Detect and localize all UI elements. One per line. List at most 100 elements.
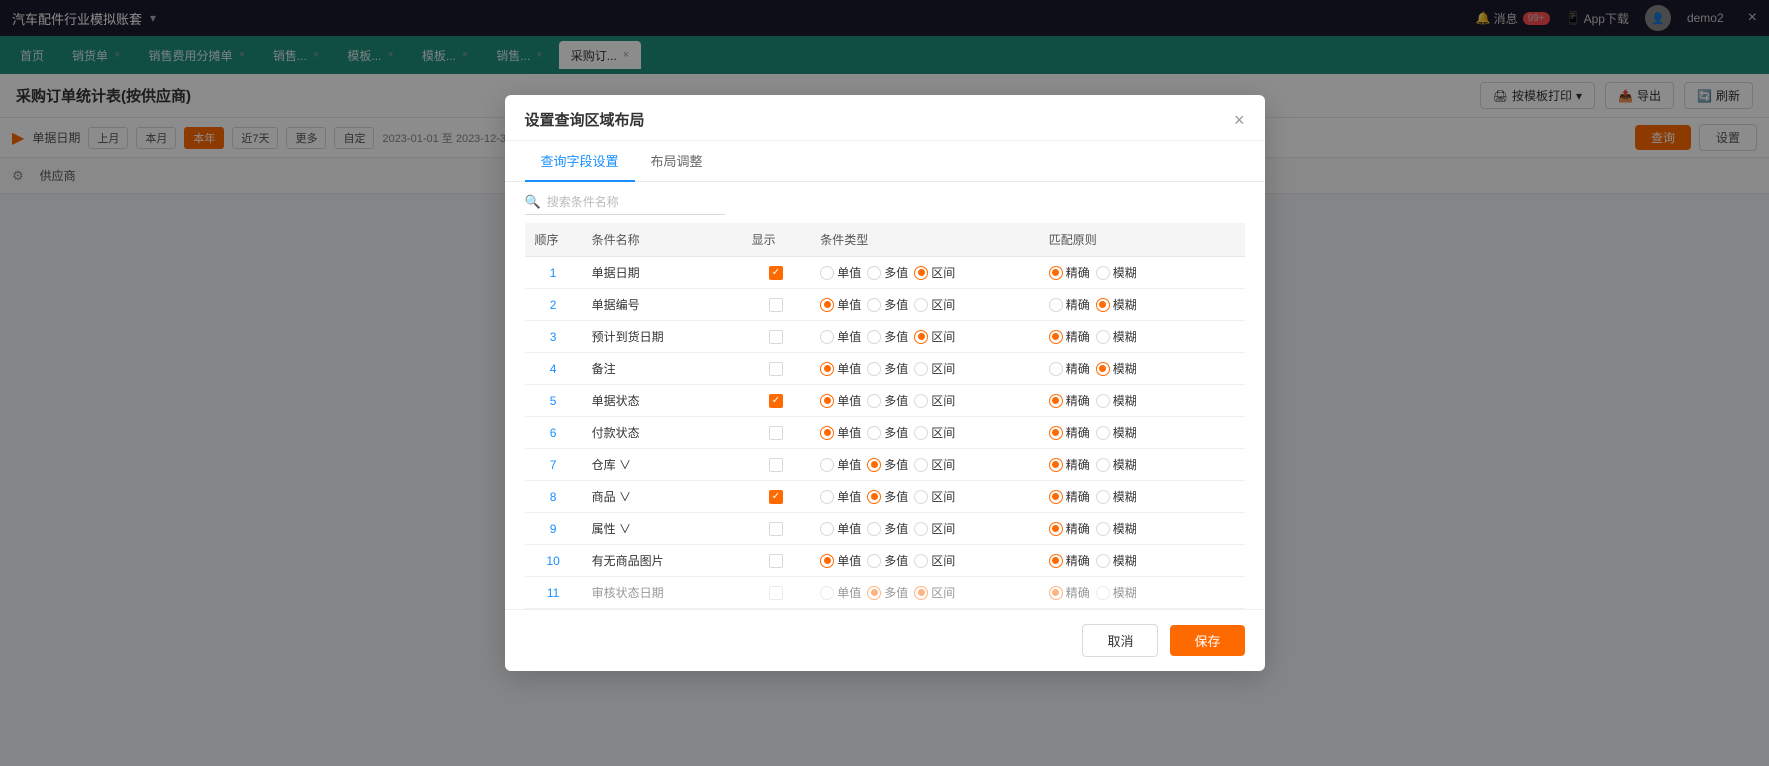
radio-label: 区间: [931, 552, 955, 569]
match-radio-match_exact[interactable]: 精确: [1049, 360, 1090, 377]
type-radio-type_range[interactable]: 区间: [914, 360, 955, 377]
radio-dot: [1096, 522, 1110, 536]
match-radio-match_fuzzy[interactable]: 模糊: [1096, 328, 1137, 345]
type-radio-type_single[interactable]: 单值: [820, 392, 861, 409]
tab-query-label: 查询字段设置: [541, 154, 619, 169]
radio-label: 精确: [1066, 328, 1090, 345]
type-radio-type_multi[interactable]: 多值: [867, 296, 908, 313]
type-radio-type_single[interactable]: 单值: [820, 424, 861, 441]
match-radio-match_exact[interactable]: 精确: [1049, 552, 1090, 569]
radio-dot: [914, 554, 928, 568]
display-checkbox[interactable]: [769, 266, 783, 280]
match-radio-match_fuzzy[interactable]: 模糊: [1096, 456, 1137, 473]
type-radio-type_range[interactable]: 区间: [914, 328, 955, 345]
table-row: 10有无商品图片单值多值区间精确模糊: [525, 545, 1245, 577]
type-radio-type_multi[interactable]: 多值: [867, 392, 908, 409]
type-radio-type_range[interactable]: 区间: [914, 296, 955, 313]
display-checkbox[interactable]: [769, 554, 783, 568]
type-radio-type_range[interactable]: 区间: [914, 392, 955, 409]
type-radio-type_single[interactable]: 单值: [820, 264, 861, 281]
match-radio-match_fuzzy[interactable]: 模糊: [1096, 488, 1137, 505]
type-radio-type_range[interactable]: 区间: [914, 520, 955, 537]
row-name: 单据编号: [592, 298, 640, 312]
match-radio-match_exact[interactable]: 精确: [1049, 392, 1090, 409]
type-radio-type_single[interactable]: 单值: [820, 456, 861, 473]
display-checkbox[interactable]: [769, 522, 783, 536]
save-btn[interactable]: 保存: [1170, 625, 1244, 656]
match-radio-match_fuzzy[interactable]: 模糊: [1096, 296, 1137, 313]
type-radio-type_range[interactable]: 区间: [914, 584, 955, 601]
radio-dot: [820, 362, 834, 376]
modal-close-btn[interactable]: ×: [1234, 111, 1245, 129]
match-radio-match_exact[interactable]: 精确: [1049, 424, 1090, 441]
radio-dot: [914, 266, 928, 280]
display-checkbox[interactable]: [769, 362, 783, 376]
type-radio-type_multi[interactable]: 多值: [867, 264, 908, 281]
match-radio-match_exact[interactable]: 精确: [1049, 456, 1090, 473]
type-radio-type_multi[interactable]: 多值: [867, 424, 908, 441]
radio-label: 模糊: [1113, 328, 1137, 345]
type-radio-type_range[interactable]: 区间: [914, 488, 955, 505]
match-radio-match_fuzzy[interactable]: 模糊: [1096, 392, 1137, 409]
match-radio-match_fuzzy[interactable]: 模糊: [1096, 360, 1137, 377]
type-radio-type_multi[interactable]: 多值: [867, 360, 908, 377]
cancel-btn[interactable]: 取消: [1082, 624, 1158, 657]
type-radio-type_multi[interactable]: 多值: [867, 488, 908, 505]
match-radio-match_fuzzy[interactable]: 模糊: [1096, 584, 1137, 601]
type-radio-type_range[interactable]: 区间: [914, 552, 955, 569]
th-display: 显示: [742, 223, 811, 257]
radio-label: 精确: [1066, 488, 1090, 505]
radio-label: 区间: [931, 424, 955, 441]
type-radio-group: 单值多值区间: [820, 488, 1029, 505]
type-radio-type_single[interactable]: 单值: [820, 520, 861, 537]
radio-dot: [820, 522, 834, 536]
type-radio-type_multi[interactable]: 多值: [867, 584, 908, 601]
radio-label: 模糊: [1113, 424, 1137, 441]
match-radio-match_exact[interactable]: 精确: [1049, 296, 1090, 313]
match-radio-match_exact[interactable]: 精确: [1049, 520, 1090, 537]
type-radio-type_multi[interactable]: 多值: [867, 520, 908, 537]
match-radio-match_fuzzy[interactable]: 模糊: [1096, 552, 1137, 569]
match-radio-match_exact[interactable]: 精确: [1049, 328, 1090, 345]
match-radio-match_fuzzy[interactable]: 模糊: [1096, 424, 1137, 441]
type-radio-type_range[interactable]: 区间: [914, 456, 955, 473]
tab-query-settings[interactable]: 查询字段设置: [525, 141, 635, 182]
type-radio-type_single[interactable]: 单值: [820, 584, 861, 601]
display-checkbox[interactable]: [769, 586, 783, 600]
match-radio-match_fuzzy[interactable]: 模糊: [1096, 520, 1137, 537]
tab-layout-adjust[interactable]: 布局调整: [635, 141, 719, 182]
match-radio-group: 精确模糊: [1049, 264, 1235, 281]
radio-label: 多值: [884, 264, 908, 281]
match-radio-match_exact[interactable]: 精确: [1049, 264, 1090, 281]
type-radio-type_single[interactable]: 单值: [820, 488, 861, 505]
display-checkbox[interactable]: [769, 458, 783, 472]
row-order: 7: [550, 458, 557, 472]
display-checkbox[interactable]: [769, 426, 783, 440]
radio-dot: [1049, 266, 1063, 280]
type-radio-type_range[interactable]: 区间: [914, 424, 955, 441]
match-radio-group: 精确模糊: [1049, 520, 1235, 537]
type-radio-type_single[interactable]: 单值: [820, 296, 861, 313]
type-radio-type_multi[interactable]: 多值: [867, 552, 908, 569]
match-radio-match_exact[interactable]: 精确: [1049, 488, 1090, 505]
display-checkbox[interactable]: [769, 490, 783, 504]
match-radio-match_exact[interactable]: 精确: [1049, 584, 1090, 601]
display-checkbox[interactable]: [769, 394, 783, 408]
type-radio-type_multi[interactable]: 多值: [867, 456, 908, 473]
display-checkbox[interactable]: [769, 298, 783, 312]
radio-dot: [1096, 554, 1110, 568]
search-icon: 🔍: [525, 194, 541, 210]
radio-label: 区间: [931, 264, 955, 281]
display-checkbox[interactable]: [769, 330, 783, 344]
radio-dot: [867, 362, 881, 376]
match-radio-group: 精确模糊: [1049, 296, 1235, 313]
match-radio-match_fuzzy[interactable]: 模糊: [1096, 264, 1137, 281]
type-radio-type_single[interactable]: 单值: [820, 328, 861, 345]
type-radio-type_single[interactable]: 单值: [820, 360, 861, 377]
type-radio-type_single[interactable]: 单值: [820, 552, 861, 569]
radio-label: 区间: [931, 584, 955, 601]
type-radio-type_multi[interactable]: 多值: [867, 328, 908, 345]
type-radio-type_range[interactable]: 区间: [914, 264, 955, 281]
row-name: 审核状态日期: [592, 586, 664, 600]
search-input[interactable]: [547, 195, 725, 209]
